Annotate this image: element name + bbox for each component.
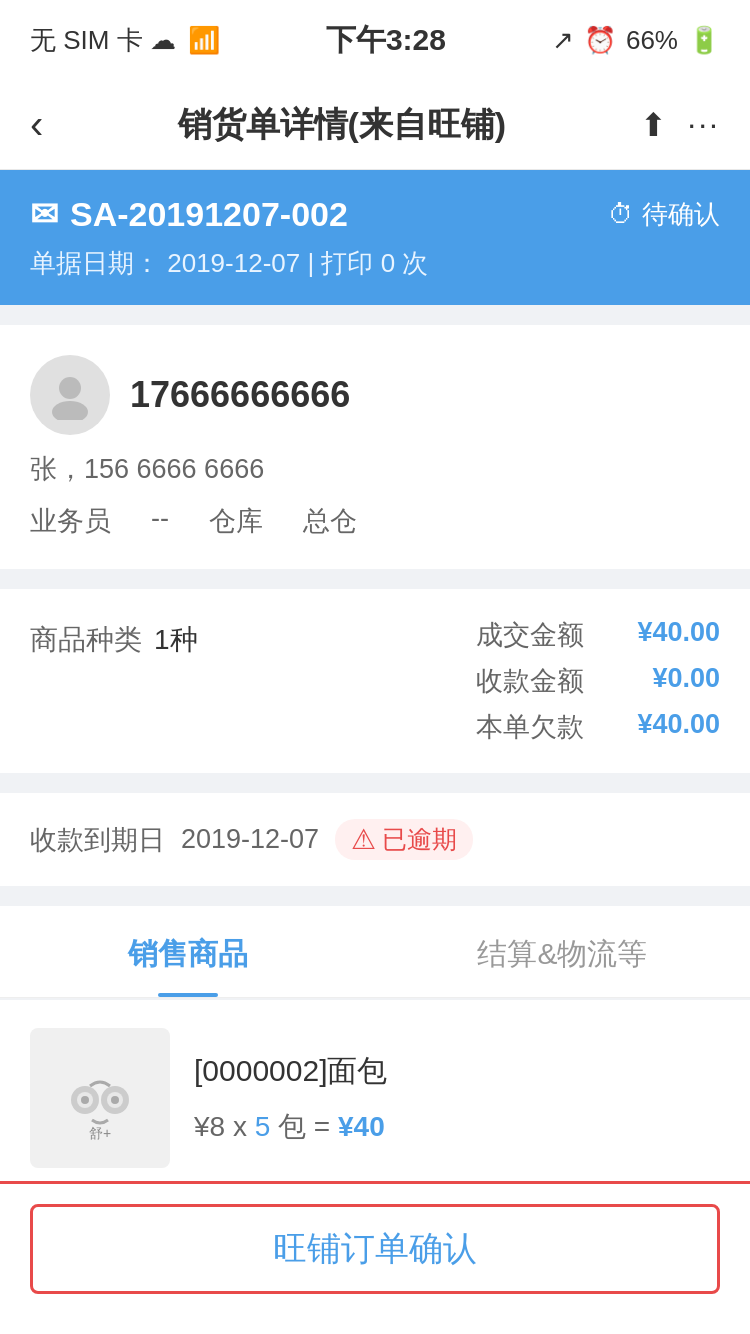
customer-card: 17666666666 张，156 6666 6666 业务员 -- 仓库 总仓 [0, 325, 750, 569]
product-logo: 舒+ [30, 1028, 170, 1168]
product-total: ¥40 [338, 1111, 385, 1142]
wifi-icon: 📶 [188, 25, 220, 56]
product-qty: 5 [255, 1111, 271, 1142]
product-type-value: 1种 [154, 621, 198, 659]
status-bar: 无 SIM 卡 ☁ 📶 下午3:28 ↗ ⏰ 66% 🔋 [0, 0, 750, 80]
product-info: [0000002]面包 ¥8 x 5 包 = ¥40 [194, 1051, 720, 1146]
order-envelope-icon: ✉ [30, 194, 58, 234]
page-title: 销货单详情(来自旺铺) [178, 102, 507, 148]
tab-settlement[interactable]: 结算&物流等 [375, 906, 750, 997]
equals: = [314, 1111, 338, 1142]
order-header-top: ✉ SA-20191207-002 ⏱ 待确认 [30, 194, 720, 234]
nav-left: ‹ [30, 102, 43, 147]
price-separator: x [233, 1111, 255, 1142]
product-type-label: 商品种类 [30, 621, 142, 659]
product-name: [0000002]面包 [194, 1051, 720, 1092]
amount-row: 成交金额 ¥40.00 [476, 617, 720, 653]
received-label: 收款金额 [476, 663, 584, 699]
due-value: ¥40.00 [600, 709, 720, 745]
order-date: 单据日期： 2019-12-07 | 打印 0 次 [30, 246, 720, 281]
customer-top: 17666666666 [30, 355, 720, 435]
due-date-value: 2019-12-07 [181, 824, 319, 855]
tabs-container: 销售商品 结算&物流等 [0, 906, 750, 998]
status-right: ↗ ⏰ 66% 🔋 [552, 25, 720, 56]
warehouse-label: 仓库 [209, 503, 263, 539]
salesperson-label: 业务员 [30, 503, 111, 539]
order-header: ✉ SA-20191207-002 ⏱ 待确认 单据日期： 2019-12-07… [0, 170, 750, 305]
amount-label: 成交金额 [476, 617, 584, 653]
product-image: 舒+ [30, 1028, 170, 1168]
product-unit: 包 [278, 1111, 306, 1142]
svg-point-1 [52, 401, 88, 420]
received-value: ¥0.00 [600, 663, 720, 699]
summary-left: 商品种类 1种 [30, 617, 198, 659]
location-icon: ↗ [552, 25, 574, 56]
confirm-order-button[interactable]: 旺铺订单确认 [30, 1204, 720, 1294]
back-button[interactable]: ‹ [30, 102, 43, 147]
due-date-label: 收款到期日 [30, 822, 165, 858]
svg-point-0 [59, 377, 81, 399]
overdue-label: 已逾期 [382, 823, 457, 856]
avatar [30, 355, 110, 435]
no-sim-text: 无 SIM 卡 ☁ [30, 23, 176, 58]
share-icon[interactable]: ⬆ [640, 106, 667, 144]
overdue-badge: ⚠ 已逾期 [335, 819, 473, 860]
nav-bar: ‹ 销货单详情(来自旺铺) ⬆ ··· [0, 80, 750, 170]
due-row: 本单欠款 ¥40.00 [476, 709, 720, 745]
salesperson-value: -- [151, 503, 169, 539]
tab-sales[interactable]: 销售商品 [0, 906, 375, 997]
due-label: 本单欠款 [476, 709, 584, 745]
order-id: ✉ SA-20191207-002 [30, 194, 348, 234]
battery-icon: 🔋 [688, 25, 720, 56]
summary-right: 成交金额 ¥40.00 收款金额 ¥0.00 本单欠款 ¥40.00 [476, 617, 720, 745]
confirm-btn-container: 旺铺订单确认 [0, 1181, 750, 1334]
clock-icon: ⏱ [608, 199, 634, 230]
alarm-icon: ⏰ [584, 25, 616, 56]
due-date-card: 收款到期日 2019-12-07 ⚠ 已逾期 [0, 793, 750, 886]
product-card: 舒+ [0000002]面包 ¥8 x 5 包 = ¥40 [0, 1000, 750, 1196]
unit-price: ¥8 [194, 1111, 225, 1142]
svg-point-7 [81, 1096, 89, 1104]
warehouse-value: 总仓 [303, 503, 357, 539]
customer-meta: 业务员 -- 仓库 总仓 [30, 503, 720, 539]
svg-text:舒+: 舒+ [89, 1125, 111, 1141]
status-left: 无 SIM 卡 ☁ 📶 [30, 23, 220, 58]
product-price: ¥8 x 5 包 = ¥40 [194, 1108, 720, 1146]
svg-point-8 [111, 1096, 119, 1104]
warning-icon: ⚠ [351, 823, 376, 856]
order-status: ⏱ 待确认 [608, 197, 720, 232]
battery-level: 66% [626, 25, 678, 56]
customer-name: 张，156 6666 6666 [30, 451, 720, 487]
summary-card: 商品种类 1种 成交金额 ¥40.00 收款金额 ¥0.00 本单欠款 ¥40.… [0, 589, 750, 773]
status-time: 下午3:28 [326, 20, 446, 61]
customer-phone: 17666666666 [130, 374, 350, 416]
nav-right: ⬆ ··· [640, 106, 720, 144]
received-row: 收款金额 ¥0.00 [476, 663, 720, 699]
amount-value: ¥40.00 [600, 617, 720, 653]
more-icon[interactable]: ··· [687, 106, 720, 143]
